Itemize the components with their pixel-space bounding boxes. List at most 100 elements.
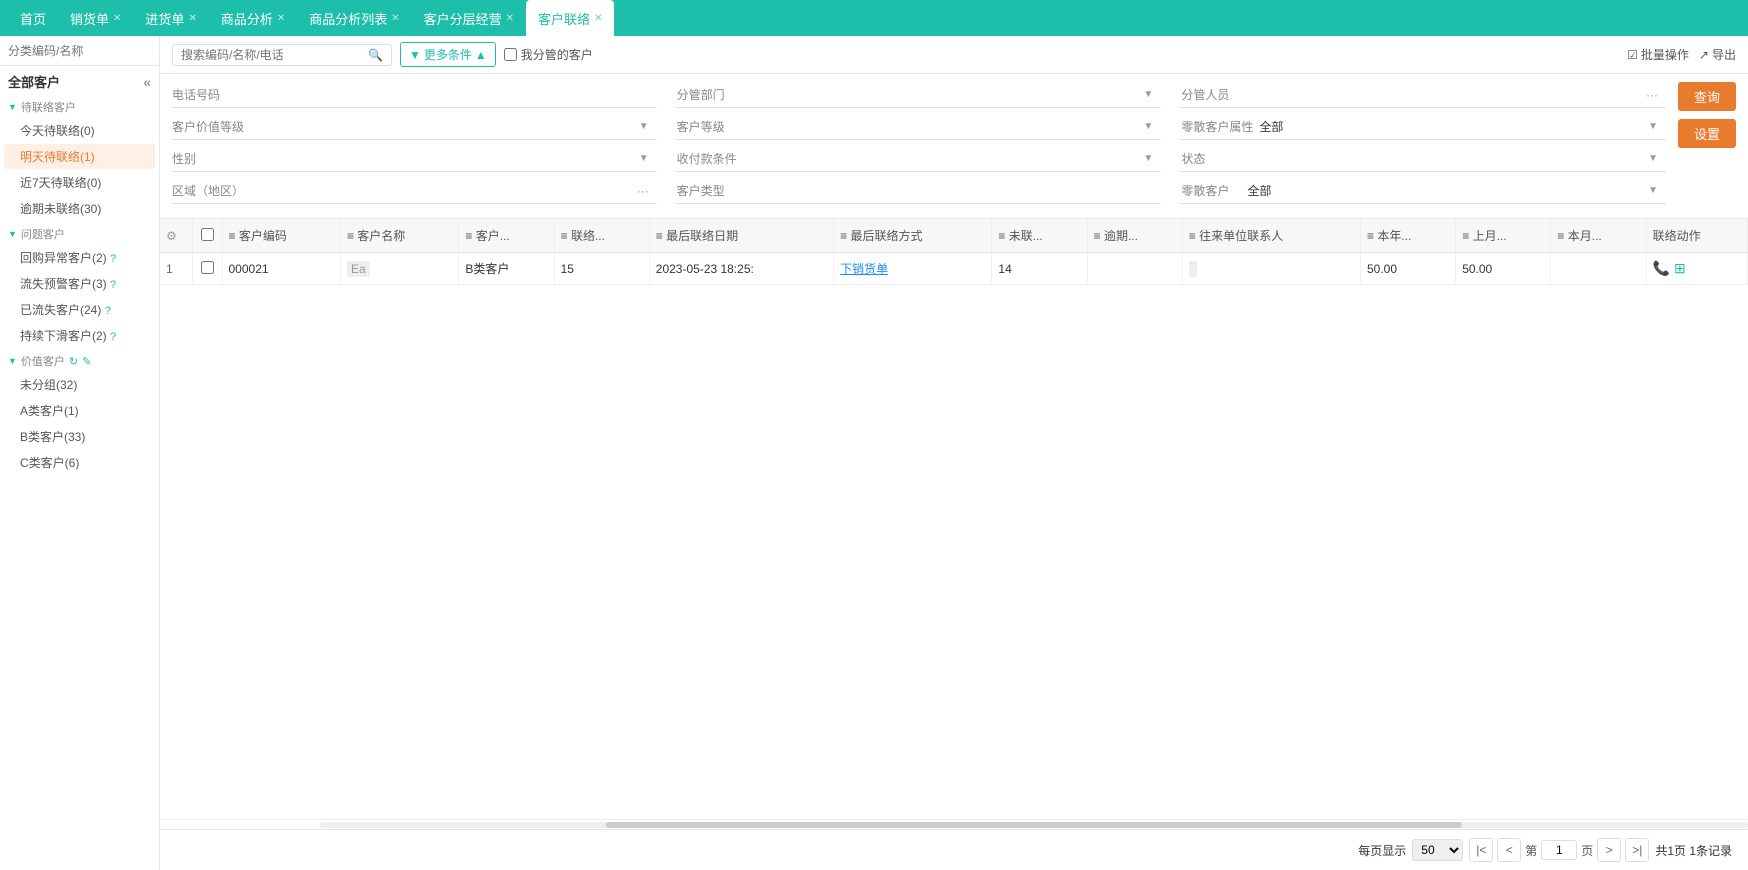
value-level-input[interactable] bbox=[250, 120, 633, 134]
nav-home[interactable]: 首页 bbox=[8, 0, 58, 36]
scrollbar-thumb[interactable] bbox=[606, 822, 1463, 828]
sidebar-item-a-class[interactable]: A类客户(1) bbox=[4, 398, 155, 423]
status-arrow-icon[interactable]: ▼ bbox=[1648, 153, 1658, 164]
retail-attr-arrow-icon[interactable]: ▼ bbox=[1648, 121, 1658, 132]
customer-level-input[interactable] bbox=[743, 120, 1138, 134]
sidebar-search-input[interactable] bbox=[8, 44, 160, 58]
top-navigation: 首页 销货单 ✕ 进货单 ✕ 商品分析 ✕ 商品分析列表 ✕ 客户分层经营 ✕ … bbox=[0, 0, 1748, 36]
action-grid-icon[interactable]: ⊞ bbox=[1674, 260, 1686, 277]
row-name: Ea bbox=[340, 253, 458, 285]
page-suffix: 页 bbox=[1581, 842, 1593, 859]
last-method-link[interactable]: 下销货单 bbox=[840, 262, 888, 276]
value-customers-refresh-icon[interactable]: ↻ bbox=[69, 355, 78, 368]
export-button[interactable]: ↗ 导出 bbox=[1699, 46, 1736, 63]
sidebar-item-overdue[interactable]: 逾期未联络(30) bbox=[4, 196, 155, 221]
sidebar-item-repurchase-abnormal[interactable]: 回购异常客户(2) ? bbox=[4, 245, 155, 270]
col-code: ≡ 客户编码 bbox=[222, 219, 340, 253]
row-checkbox-cell bbox=[192, 253, 222, 285]
scrollbar-track bbox=[320, 822, 1748, 828]
row-code: 000021 bbox=[222, 253, 340, 285]
col-last-date: ≡ 最后联络日期 bbox=[649, 219, 833, 253]
sidebar: 🔍 全部客户 « 待联络客户 今天待联络(0) 明天待联络(1) 近7天待联络(… bbox=[0, 36, 160, 870]
main-search-input[interactable] bbox=[181, 48, 368, 62]
area-more-icon[interactable]: ··· bbox=[637, 184, 649, 198]
filter-retail-customer: 零散客户 全部 ▼ bbox=[1181, 178, 1666, 204]
sidebar-item-c-class[interactable]: C类客户(6) bbox=[4, 450, 155, 475]
payment-arrow-icon[interactable]: ▼ bbox=[1143, 153, 1153, 164]
sidebar-item-declining[interactable]: 持续下滑客户(2) ? bbox=[4, 323, 155, 348]
value-level-arrow-icon[interactable]: ▼ bbox=[639, 121, 649, 132]
set-button[interactable]: 设置 bbox=[1678, 119, 1736, 148]
action-phone-icon[interactable]: 📞 bbox=[1653, 260, 1670, 277]
pagination: 每页显示 50 100 200 |< < 第 页 > >| 共1页 1条记录 bbox=[160, 829, 1748, 870]
filter-phone: 电话号码 bbox=[172, 82, 657, 108]
value-customers-edit-icon[interactable]: ✎ bbox=[82, 355, 91, 368]
row-checkbox[interactable] bbox=[201, 261, 214, 274]
table-header-row: ⚙ ≡ 客户编码 ≡ 客户名称 ≡ 客户... bbox=[160, 219, 1748, 253]
select-all-checkbox[interactable] bbox=[201, 228, 214, 241]
col-settings: ⚙ bbox=[160, 219, 192, 253]
nav-product-analysis-close-icon[interactable]: ✕ bbox=[277, 13, 285, 24]
nav-purchase-close-icon[interactable]: ✕ bbox=[188, 13, 196, 24]
nav-sales-close-icon[interactable]: ✕ bbox=[113, 13, 121, 24]
per-page-select[interactable]: 50 100 200 bbox=[1412, 839, 1463, 861]
status-input[interactable] bbox=[1247, 152, 1642, 166]
batch-operation-button[interactable]: ☑ 批量操作 bbox=[1627, 46, 1689, 63]
next-page-button[interactable]: > bbox=[1597, 838, 1621, 862]
customer-type-input[interactable] bbox=[743, 184, 1154, 198]
main-layout: 🔍 全部客户 « 待联络客户 今天待联络(0) 明天待联络(1) 近7天待联络(… bbox=[0, 36, 1748, 870]
filter-dept: 分管部门 ▼ bbox=[677, 82, 1162, 108]
filter-panel: 电话号码 分管部门 ▼ 分管人员 ··· bbox=[160, 74, 1748, 219]
nav-customer-tier-close-icon[interactable]: ✕ bbox=[506, 13, 514, 24]
nav-customer-contact[interactable]: 客户联络 ✕ bbox=[526, 0, 614, 36]
nav-customer-contact-close-icon[interactable]: ✕ bbox=[594, 13, 602, 24]
filter-row-2: 客户价值等级 ▼ 客户等级 ▼ 零散客户属性 全部 ▼ bbox=[172, 114, 1666, 140]
group-value-customers: 价值客户 ↻ ✎ bbox=[0, 349, 159, 371]
nav-product-analysis[interactable]: 商品分析 ✕ bbox=[209, 0, 297, 36]
more-filter-button[interactable]: ▼ 更多条件 ▲ bbox=[400, 42, 496, 67]
customer-level-arrow-icon[interactable]: ▼ bbox=[1143, 121, 1153, 132]
gender-input[interactable] bbox=[238, 152, 633, 166]
col-name: ≡ 客户名称 bbox=[340, 219, 458, 253]
sidebar-item-ungrouped[interactable]: 未分组(32) bbox=[4, 372, 155, 397]
content-area: 🔍 ▼ 更多条件 ▲ 我分管的客户 ☑ 批量操作 ↗ 导出 bbox=[160, 36, 1748, 870]
sidebar-item-tomorrow[interactable]: 明天待联络(1) bbox=[4, 144, 155, 169]
col-this-month: ≡ 本月... bbox=[1551, 219, 1646, 253]
retail-customer-arrow-icon[interactable]: ▼ bbox=[1648, 185, 1658, 196]
last-page-button[interactable]: >| bbox=[1625, 838, 1649, 862]
prev-page-button[interactable]: < bbox=[1497, 838, 1521, 862]
action-icons-group: 📞 ⊞ bbox=[1653, 260, 1741, 277]
horizontal-scrollbar[interactable] bbox=[160, 819, 1748, 829]
phone-input[interactable] bbox=[238, 88, 649, 102]
nav-product-analysis-list-close-icon[interactable]: ✕ bbox=[391, 13, 399, 24]
gender-arrow-icon[interactable]: ▼ bbox=[639, 153, 649, 164]
person-more-icon[interactable]: ··· bbox=[1646, 88, 1658, 102]
area-input[interactable] bbox=[250, 184, 631, 198]
my-customers-check[interactable] bbox=[504, 48, 517, 61]
my-customers-checkbox[interactable]: 我分管的客户 bbox=[504, 46, 593, 63]
nav-product-analysis-list[interactable]: 商品分析列表 ✕ bbox=[297, 0, 411, 36]
sidebar-item-churn-warning[interactable]: 流失预警客户(3) ? bbox=[4, 271, 155, 296]
query-button[interactable]: 查询 bbox=[1678, 82, 1736, 111]
sidebar-item-today[interactable]: 今天待联络(0) bbox=[4, 118, 155, 143]
nav-sales[interactable]: 销货单 ✕ bbox=[58, 0, 133, 36]
nav-customer-tier[interactable]: 客户分层经营 ✕ bbox=[412, 0, 526, 36]
page-number-input[interactable] bbox=[1541, 840, 1577, 860]
all-customers-title[interactable]: 全部客户 « bbox=[0, 66, 159, 95]
dept-input[interactable] bbox=[743, 88, 1138, 102]
collapse-icon[interactable]: « bbox=[143, 74, 151, 90]
main-search-icon[interactable]: 🔍 bbox=[368, 48, 383, 62]
filter-value-level: 客户价值等级 ▼ bbox=[172, 114, 657, 140]
sidebar-item-b-class[interactable]: B类客户(33) bbox=[4, 424, 155, 449]
sidebar-item-churned[interactable]: 已流失客户(24) ? bbox=[4, 297, 155, 322]
row-this-month bbox=[1551, 253, 1646, 285]
nav-purchase[interactable]: 进货单 ✕ bbox=[133, 0, 208, 36]
column-settings-icon[interactable]: ⚙ bbox=[166, 229, 177, 243]
sidebar-item-7days[interactable]: 近7天待联络(0) bbox=[4, 170, 155, 195]
filter-customer-type: 客户类型 bbox=[677, 178, 1162, 204]
first-page-button[interactable]: |< bbox=[1469, 838, 1493, 862]
row-this-year: 50.00 bbox=[1361, 253, 1456, 285]
dept-arrow-icon[interactable]: ▼ bbox=[1143, 89, 1153, 100]
payment-input[interactable] bbox=[743, 152, 1138, 166]
person-input[interactable] bbox=[1247, 88, 1640, 102]
